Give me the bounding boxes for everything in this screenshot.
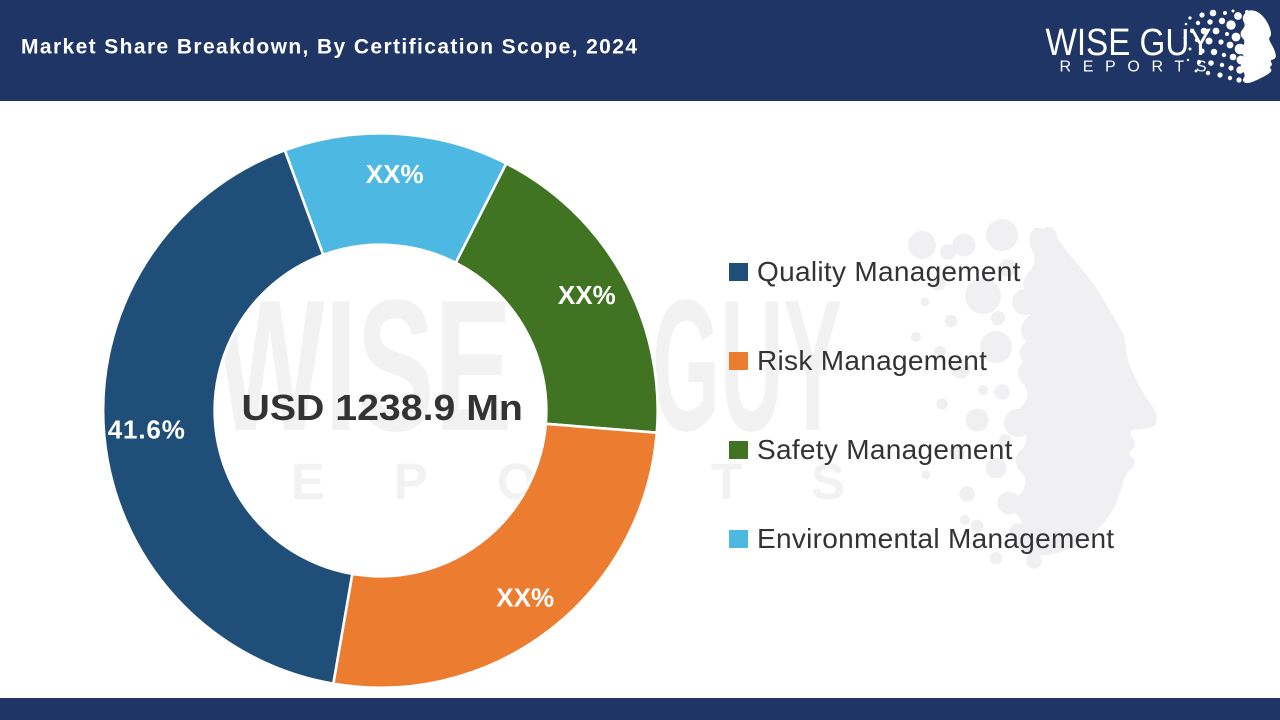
svg-text:XX%: XX%: [366, 159, 424, 189]
svg-text:Market Share Breakdown, By Cer: Market Share Breakdown, By Certification…: [21, 36, 637, 59]
svg-text:XX%: XX%: [558, 280, 616, 310]
svg-text:XX%: XX%: [496, 582, 554, 612]
svg-text:41.6%: 41.6%: [108, 415, 186, 445]
svg-text:USD 1238.9 Mn: USD 1238.9 Mn: [242, 387, 523, 428]
